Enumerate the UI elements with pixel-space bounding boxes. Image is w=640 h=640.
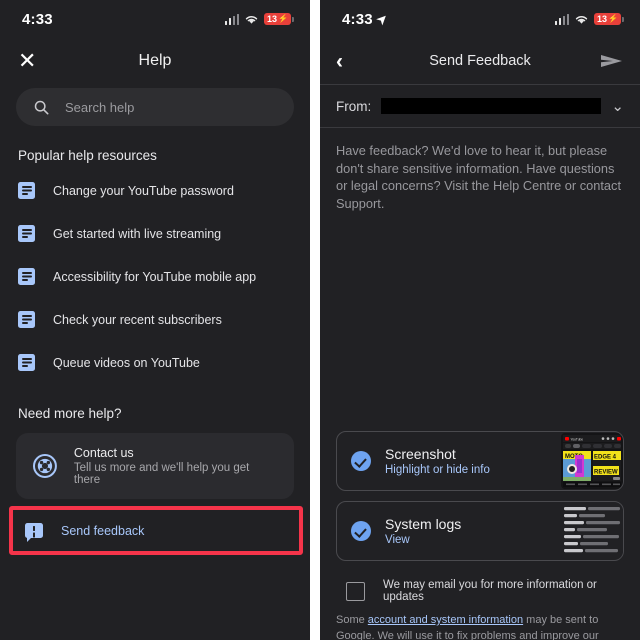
checkmark-icon[interactable] [351,451,371,471]
help-item-recent-subscribers[interactable]: Check your recent subscribers [0,298,310,341]
article-icon [18,354,35,371]
search-wrapper: Search help [0,84,310,126]
help-item-change-password[interactable]: Change your YouTube password [0,169,310,212]
cellular-signal-icon [554,13,570,25]
article-icon [18,268,35,285]
contact-us-text: Contact us Tell us more and we'll help y… [74,446,278,486]
status-bar-right: 4:33 ➤ 13 ⚡ [320,0,640,38]
status-indicators-right: 13 ⚡ [554,13,624,25]
feedback-textarea[interactable]: Have feedback? We'd love to hear it, but… [320,128,640,212]
contact-us-title: Contact us [73,446,134,460]
page-title: Help [138,52,172,69]
battery-indicator-left: 13 ⚡ [264,13,294,25]
send-feedback-header: ‹ Send Feedback [320,38,640,85]
cellular-signal-icon [224,13,240,25]
popular-resources-heading: Popular help resources [18,148,157,163]
status-time-label: 4:33 [342,10,373,28]
help-item-label: Check your recent subscribers [53,312,222,327]
location-arrow-icon: ➤ [373,10,391,28]
article-icon [18,225,35,242]
dual-phone-screenshot: 4:33 13 ⚡ ✕ Help Search help Popular hel… [0,0,640,640]
attachments-section: Screenshot Highlight or hide info YouTub… [320,431,640,640]
help-item-label: Get started with live streaming [53,226,222,241]
battery-level-label: 13 [597,14,608,24]
feedback-bubble-icon [25,523,43,542]
chevron-down-icon[interactable]: ⌄ [611,97,624,115]
send-feedback-label: Send feedback [61,523,145,538]
email-opt-in-label: We may email you for more information or… [383,579,597,603]
from-field-row[interactable]: From: ⌄ [320,85,640,128]
help-item-queue-videos[interactable]: Queue videos on YouTube [0,341,310,384]
help-item-label: Queue videos on YouTube [53,355,200,370]
battery-indicator-right: 13 ⚡ [594,13,624,25]
contact-us-subtitle: Tell us more and we'll help you get ther… [73,462,250,486]
email-opt-in-checkbox[interactable] [346,581,365,601]
wifi-icon [245,15,258,24]
send-paper-plane-icon[interactable] [600,53,624,69]
search-placeholder: Search help [65,99,135,115]
account-system-info-link[interactable]: account and system information [368,614,523,626]
attachment-screenshot-text: Screenshot Highlight or hide info [385,446,547,476]
send-feedback-screen-panel: 4:33 ➤ 13 ⚡ ‹ Send Feedback From: ⌄ Have… [320,0,640,640]
charging-bolt-icon: ⚡ [278,14,288,23]
battery-cap [622,16,624,22]
email-opt-in-row[interactable]: We may email you for more information or… [320,571,640,609]
help-item-accessibility[interactable]: Accessibility for YouTube mobile app [0,255,310,298]
attachment-title: Screenshot [385,446,456,462]
attachment-screenshot-card[interactable]: Screenshot Highlight or hide info YouTub… [336,431,624,491]
screenshot-thumbnail[interactable]: YouTube MOTO EDGE 4 REVIEW [561,433,623,489]
article-icon [18,311,35,328]
help-header: ✕ Help [0,38,310,84]
attachment-action-link[interactable]: Highlight or hide info [385,464,547,476]
legal-text-part1: Some [336,614,368,626]
attachment-system-logs-card[interactable]: System logs View [336,501,624,561]
attachment-action-link[interactable]: View [385,534,547,546]
svg-text:YouTube: YouTube [571,437,584,441]
from-label: From: [336,98,372,114]
article-icon [18,182,35,199]
charging-bolt-icon: ⚡ [608,14,618,23]
status-time-left: 4:33 [22,11,53,28]
help-item-live-streaming[interactable]: Get started with live streaming [0,212,310,255]
help-item-label: Accessibility for YouTube mobile app [53,269,257,284]
status-bar-left: 4:33 13 ⚡ [0,0,310,38]
checkmark-icon[interactable] [351,521,371,541]
search-icon [34,100,49,114]
search-input[interactable]: Search help [16,88,294,126]
panel-divider [310,0,320,640]
back-icon[interactable]: ‹ [336,51,343,72]
sidebar-item-send-feedback[interactable]: Send feedback [9,506,303,555]
help-item-label: Change your YouTube password [53,183,234,198]
battery-cap [292,16,294,22]
help-screen-panel: 4:33 13 ⚡ ✕ Help Search help Popular hel… [0,0,310,640]
wifi-icon [575,15,588,24]
svg-text:EDGE 4: EDGE 4 [594,455,617,461]
svg-text:REVIEW: REVIEW [594,470,618,476]
from-email-redacted-value [381,98,602,114]
contact-us-card[interactable]: Contact us Tell us more and we'll help y… [16,433,294,499]
status-indicators-left: 13 ⚡ [224,13,294,25]
attachment-title: System logs [385,516,462,532]
need-more-help-heading: Need more help? [18,406,122,421]
support-lifering-icon [32,454,57,478]
system-logs-thumbnail[interactable] [561,503,623,559]
page-title: Send Feedback [429,53,531,69]
attachment-system-logs-text: System logs View [385,516,547,546]
legal-disclaimer: Some account and system information may … [320,609,640,640]
battery-level-label: 13 [267,14,278,24]
status-time-right: 4:33 ➤ [342,10,391,28]
status-time-label: 4:33 [22,10,53,28]
